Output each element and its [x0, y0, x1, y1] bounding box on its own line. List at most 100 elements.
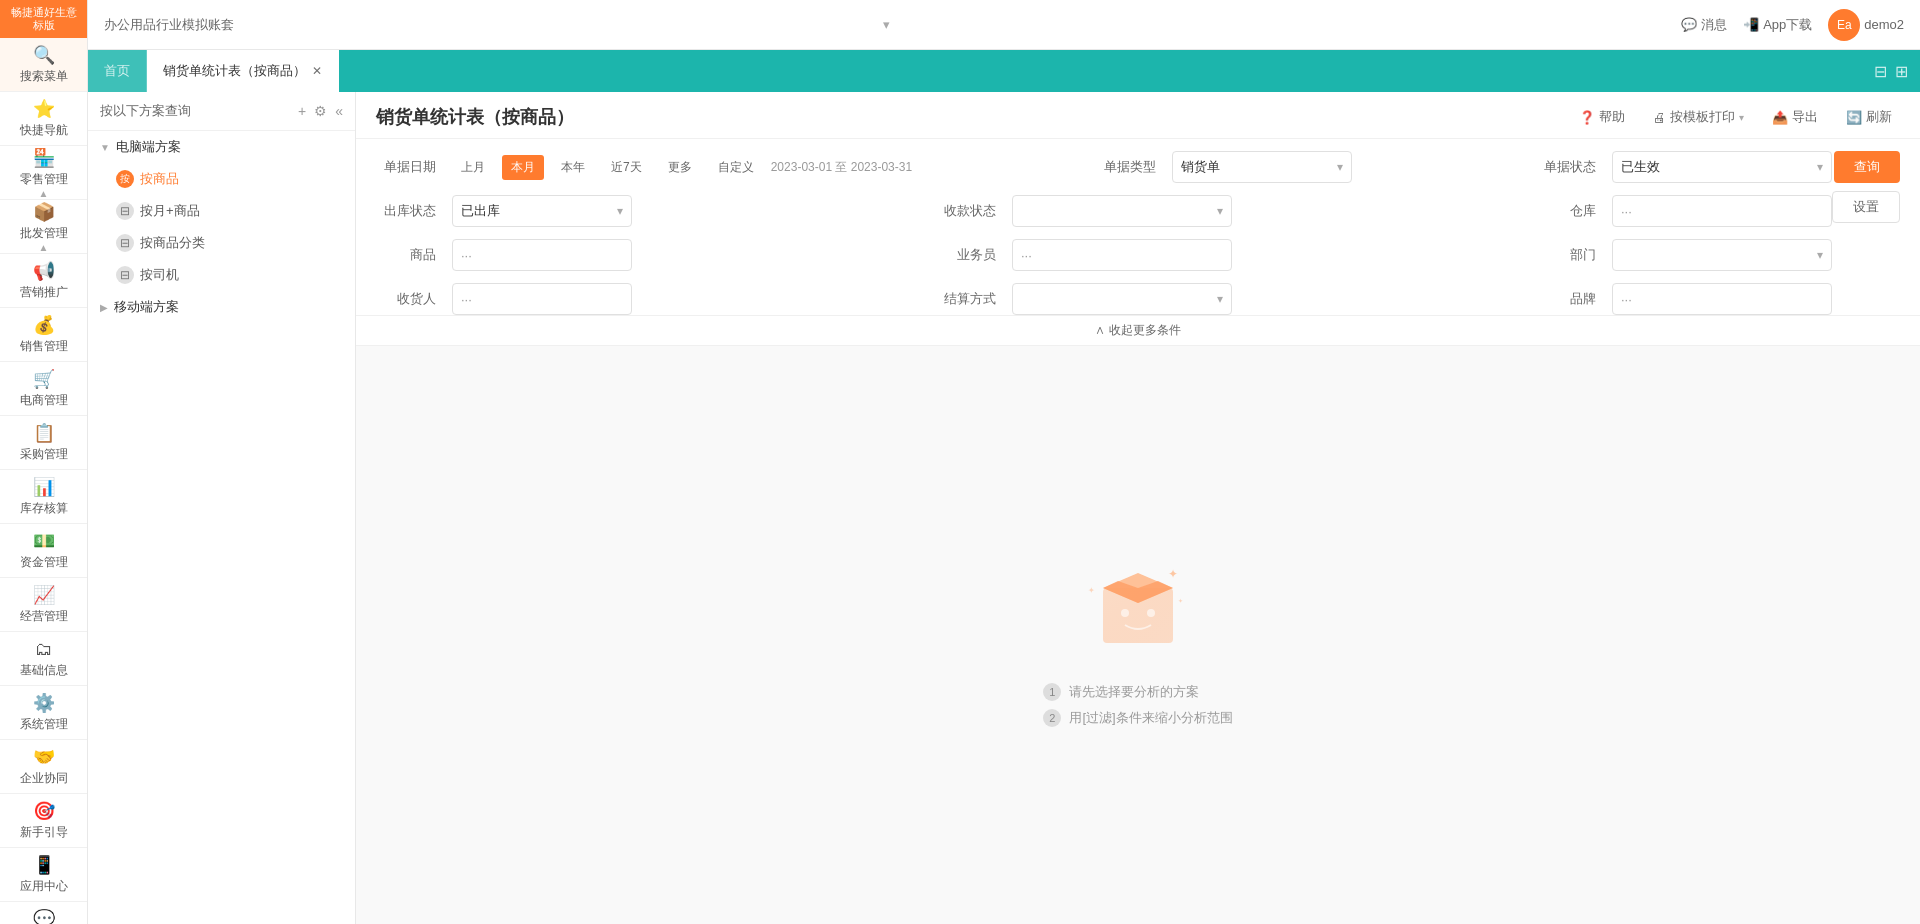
workspace-dropdown-icon[interactable]: ▾: [883, 17, 890, 32]
by-goods-icon: 按: [116, 170, 134, 188]
sidebar-item-marketing[interactable]: 📢 营销推广: [0, 254, 87, 308]
doc-status-select[interactable]: 已生效 ▾: [1612, 151, 1832, 183]
tip-num-2: 2: [1043, 709, 1061, 727]
sidebar-search-label: 搜索菜单: [20, 68, 68, 85]
scheme-settings-button[interactable]: ⚙: [314, 103, 327, 119]
by-goods-label: 按商品: [140, 170, 179, 188]
left-panel-header: 按以下方案查询 + ⚙ «: [88, 92, 355, 131]
empty-state-tips: 1 请先选择要分析的方案 2 用[过滤]条件来缩小分析范围: [1043, 683, 1232, 727]
sidebar-item-ecommerce[interactable]: 🛒 电商管理: [0, 362, 87, 416]
left-panel: 按以下方案查询 + ⚙ « ▼ 电脑端方案 按 按商品 ⊟ 按月+商品: [88, 92, 356, 924]
marketing-icon: 📢: [33, 260, 55, 282]
sidebar-item-search[interactable]: 🔍 搜索菜单: [0, 38, 87, 92]
refresh-button[interactable]: 🔄 刷新: [1838, 104, 1900, 130]
app-center-icon: 📱: [33, 854, 55, 876]
export-button[interactable]: 📤 导出: [1764, 104, 1826, 130]
query-button[interactable]: 查询: [1834, 151, 1900, 183]
doc-type-select[interactable]: 销货单 ▾: [1172, 151, 1352, 183]
app-logo: 畅捷通好生意 标版: [0, 0, 87, 38]
goods-label: 商品: [376, 246, 436, 264]
recipient-input[interactable]: ···: [452, 283, 632, 315]
message-label: 消息: [1701, 16, 1727, 34]
mobile-section-label: 移动端方案: [114, 298, 179, 316]
tab-sales-stat[interactable]: 销货单统计表（按商品） ✕: [147, 50, 339, 92]
tree-item-by-cashier[interactable]: ⊟ 按司机: [88, 259, 355, 291]
basic-info-icon: 🗂: [35, 639, 53, 660]
print-dropdown-icon: ▾: [1739, 112, 1744, 123]
user-menu[interactable]: Ea demo2: [1828, 9, 1904, 41]
tab-close-icon[interactable]: ✕: [312, 64, 322, 78]
window-controls: ⊟ ⊞: [1862, 50, 1920, 92]
help-button[interactable]: ❓ 帮助: [1571, 104, 1633, 130]
warehouse-placeholder: ···: [1621, 204, 1823, 219]
svg-point-5: [1147, 609, 1155, 617]
enterprise-icon: 🤝: [33, 746, 55, 768]
collapse-filter-bar[interactable]: ∧ 收起更多条件: [356, 315, 1920, 345]
section-label: 电脑端方案: [116, 138, 181, 156]
minimize-icon[interactable]: ⊟: [1874, 62, 1887, 81]
date-btn-custom[interactable]: 自定义: [709, 155, 763, 180]
tree-section-desktop[interactable]: ▼ 电脑端方案: [88, 131, 355, 163]
maximize-icon[interactable]: ⊞: [1895, 62, 1908, 81]
by-category-label: 按商品分类: [140, 234, 205, 252]
settings-button[interactable]: 设置: [1832, 191, 1900, 223]
sidebar-item-retail[interactable]: 🏪 零售管理 ▲: [0, 146, 87, 200]
sidebar-item-wholesale[interactable]: 📦 批发管理 ▲: [0, 200, 87, 254]
message-button[interactable]: 💬 消息: [1681, 16, 1727, 34]
salesperson-input[interactable]: ···: [1012, 239, 1232, 271]
date-range-text: 2023-03-01 至 2023-03-31: [771, 159, 912, 176]
tree-item-by-goods[interactable]: 按 按商品: [88, 163, 355, 195]
sidebar-item-enterprise-wechat[interactable]: 💬 企业微信: [0, 902, 87, 924]
doc-status-label: 单据状态: [1536, 158, 1596, 176]
sidebar-item-purchase[interactable]: 📋 采购管理: [0, 416, 87, 470]
payment-status-select[interactable]: ▾: [1012, 195, 1232, 227]
sidebar-enterprise-label: 企业协同: [20, 770, 68, 787]
filter-row-2: 出库状态 已出库 ▾ 收款状态 ▾: [376, 195, 1832, 227]
print-button[interactable]: 🖨 按模板打印 ▾: [1645, 104, 1752, 130]
sidebar-item-enterprise[interactable]: 🤝 企业协同: [0, 740, 87, 794]
date-btn-last-7days[interactable]: 近7天: [602, 155, 651, 180]
content-area: 按以下方案查询 + ⚙ « ▼ 电脑端方案 按 按商品 ⊟ 按月+商品: [88, 92, 1920, 924]
download-icon: 📲: [1743, 17, 1759, 32]
warehouse-input[interactable]: ···: [1612, 195, 1832, 227]
filter-main: 单据日期 上月 本月 本年 近7天 更多 自定义 2023-03-01 至 20…: [356, 139, 1832, 315]
department-select[interactable]: ▾: [1612, 239, 1832, 271]
app-download-button[interactable]: 📲 App下载: [1743, 16, 1812, 34]
collapse-panel-button[interactable]: «: [335, 103, 343, 119]
add-scheme-button[interactable]: +: [298, 103, 306, 119]
collapse-label: ∧ 收起更多条件: [1095, 323, 1180, 337]
brand-input[interactable]: ···: [1612, 283, 1832, 315]
out-status-select[interactable]: 已出库 ▾: [452, 195, 632, 227]
tabbar-spacer: [339, 50, 1862, 92]
by-cashier-label: 按司机: [140, 266, 179, 284]
out-status-label: 出库状态: [376, 202, 436, 220]
empty-state-illustration: ✦ ✦ ✦: [1078, 543, 1198, 663]
tree-section-mobile[interactable]: ▶ 移动端方案: [88, 291, 355, 323]
sidebar-item-quick-nav[interactable]: ⭐ 快捷导航: [0, 92, 87, 146]
sidebar-system-label: 系统管理: [20, 716, 68, 733]
purchase-icon: 📋: [33, 422, 55, 444]
sidebar-item-system[interactable]: ⚙️ 系统管理: [0, 686, 87, 740]
sidebar-item-operations[interactable]: 📈 经营管理: [0, 578, 87, 632]
payment-method-select[interactable]: ▾: [1012, 283, 1232, 315]
date-btn-this-year[interactable]: 本年: [552, 155, 594, 180]
tree-item-by-month-goods[interactable]: ⊟ 按月+商品: [88, 195, 355, 227]
date-btn-last-month[interactable]: 上月: [452, 155, 494, 180]
sidebar-item-guide[interactable]: 🎯 新手引导: [0, 794, 87, 848]
mobile-section-expand-icon: ▶: [100, 302, 108, 313]
sidebar-item-sales[interactable]: 💰 销售管理: [0, 308, 87, 362]
tree-item-by-category[interactable]: ⊟ 按商品分类: [88, 227, 355, 259]
right-panel: 销货单统计表（按商品） ❓ 帮助 🖨 按模板打印 ▾ 📤 导出: [356, 92, 1920, 924]
brand-placeholder: ···: [1621, 292, 1823, 307]
date-btn-more[interactable]: 更多: [659, 155, 701, 180]
sidebar-item-basic-info[interactable]: 🗂 基础信息: [0, 632, 87, 686]
date-btn-this-month[interactable]: 本月: [502, 155, 544, 180]
tab-home[interactable]: 首页: [88, 50, 147, 92]
sidebar-item-inventory[interactable]: 📊 库存核算: [0, 470, 87, 524]
data-area: ✦ ✦ ✦ 1 请先选择要分析的方案 2 用[过滤]条件来缩小分析范围: [356, 346, 1920, 924]
sidebar-item-finance[interactable]: 💵 资金管理: [0, 524, 87, 578]
guide-icon: 🎯: [33, 800, 55, 822]
goods-input[interactable]: ···: [452, 239, 632, 271]
sidebar-item-app-center[interactable]: 📱 应用中心: [0, 848, 87, 902]
filter-area-wrapper: 单据日期 上月 本月 本年 近7天 更多 自定义 2023-03-01 至 20…: [356, 139, 1920, 346]
